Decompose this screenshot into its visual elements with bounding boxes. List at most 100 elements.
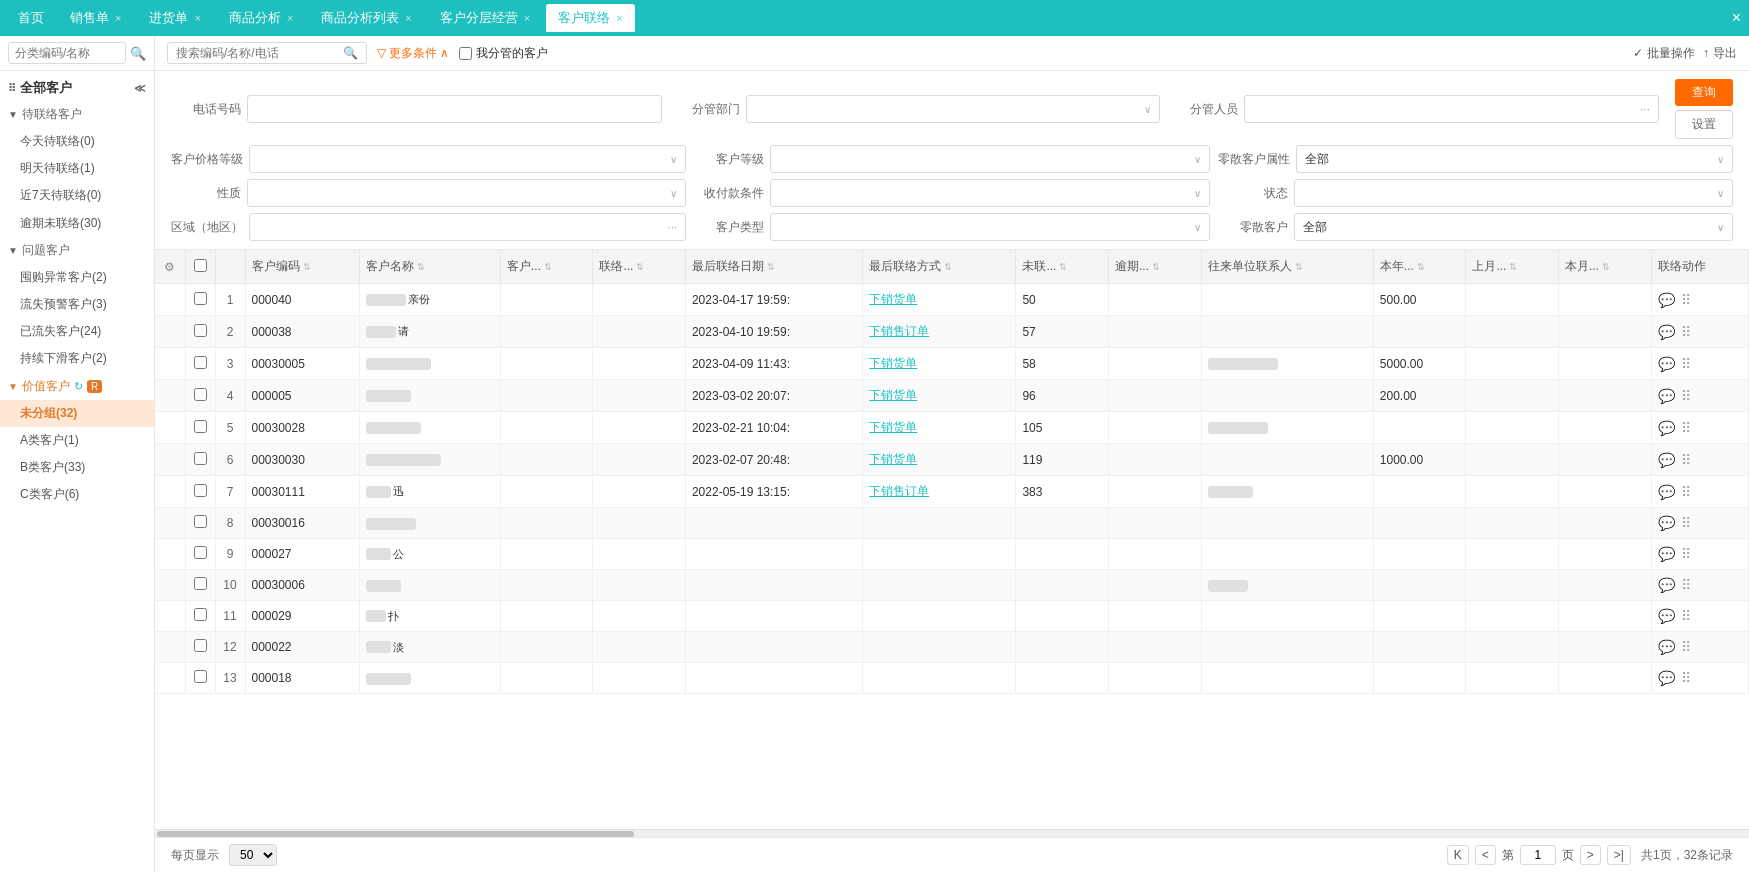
grid-action-icon-2[interactable]: ⠿ [1681, 356, 1691, 372]
page-input[interactable] [1520, 845, 1556, 865]
row-action-3[interactable]: 💬 ⠿ [1651, 380, 1748, 412]
row-action-9[interactable]: 💬 ⠿ [1651, 570, 1748, 601]
sidebar-item-hoarding[interactable]: 囤购异常客户(2) [0, 264, 154, 291]
grid-action-icon-5[interactable]: ⠿ [1681, 452, 1691, 468]
refresh-icon[interactable]: ↻ [74, 380, 83, 393]
select-all-checkbox[interactable] [194, 259, 207, 272]
last-way-link[interactable]: 下销售订单 [869, 484, 929, 498]
prev-page-btn[interactable]: < [1475, 845, 1496, 865]
row-lastway-0[interactable]: 下销货单 [863, 284, 1016, 316]
chat-icon-7[interactable]: 💬 [1658, 515, 1675, 531]
sidebar-item-loss-warn[interactable]: 流失预警客户(3) [0, 291, 154, 318]
chat-icon-12[interactable]: 💬 [1658, 670, 1675, 686]
grid-action-icon-10[interactable]: ⠿ [1681, 608, 1691, 624]
last-way-link[interactable]: 下销货单 [869, 292, 917, 306]
chat-icon-0[interactable]: 💬 [1658, 292, 1675, 308]
grid-action-icon-4[interactable]: ⠿ [1681, 420, 1691, 436]
chat-icon-10[interactable]: 💬 [1658, 608, 1675, 624]
chat-icon-2[interactable]: 💬 [1658, 356, 1675, 372]
notcontact-sort-icon[interactable]: ⇅ [1059, 262, 1067, 272]
thisyear-sort-icon[interactable]: ⇅ [1417, 262, 1425, 272]
grid-action-icon-6[interactable]: ⠿ [1681, 484, 1691, 500]
nav-tab-customer-contact[interactable]: 客户联络 × [546, 4, 634, 32]
sidebar-item-a-class[interactable]: A类客户(1) [0, 427, 154, 454]
nav-tab-purchase[interactable]: 进货单 × [137, 4, 212, 32]
field-status-select[interactable]: ∨ [1294, 179, 1733, 207]
row-checkbox-11[interactable] [194, 639, 207, 652]
row-lastway-5[interactable]: 下销货单 [863, 444, 1016, 476]
row-lastway-8[interactable] [863, 539, 1016, 570]
row-checkbox-9[interactable] [194, 577, 207, 590]
nav-tab-analysis-list[interactable]: 商品分析列表 × [309, 4, 423, 32]
chat-icon-1[interactable]: 💬 [1658, 324, 1675, 340]
row-checkbox-10[interactable] [194, 608, 207, 621]
field-payment-select[interactable]: ∨ [770, 179, 1209, 207]
nav-home[interactable]: 首页 [8, 4, 54, 32]
export-btn[interactable]: ↑ 导出 [1703, 45, 1737, 62]
row-checkbox-4[interactable] [194, 420, 207, 433]
grid-action-icon-7[interactable]: ⠿ [1681, 515, 1691, 531]
row-lastway-6[interactable]: 下销售订单 [863, 476, 1016, 508]
row-checkbox-8[interactable] [194, 546, 207, 559]
my-customers-check[interactable]: 我分管的客户 [459, 45, 548, 62]
field-customer-level-select[interactable]: ∨ [770, 145, 1209, 173]
row-lastway-11[interactable] [863, 632, 1016, 663]
last-way-link[interactable]: 下销货单 [869, 452, 917, 466]
chat-icon-4[interactable]: 💬 [1658, 420, 1675, 436]
row-checkbox-2[interactable] [194, 356, 207, 369]
my-customers-checkbox[interactable] [459, 47, 472, 60]
field-manager-input[interactable]: ··· [1244, 95, 1659, 123]
row-action-5[interactable]: 💬 ⠿ [1651, 444, 1748, 476]
sidebar-group-value[interactable]: ▼ 价值客户 ↻ R [0, 373, 154, 400]
row-checkbox-7[interactable] [194, 515, 207, 528]
th-gear[interactable]: ⚙ [155, 250, 185, 284]
row-lastway-7[interactable] [863, 508, 1016, 539]
row-lastway-1[interactable]: 下销售订单 [863, 316, 1016, 348]
close-icon-customer-tier[interactable]: × [524, 12, 530, 24]
lastmonth-sort-icon[interactable]: ⇅ [1509, 262, 1517, 272]
row-lastway-4[interactable]: 下销货单 [863, 412, 1016, 444]
thismonth-sort-icon[interactable]: ⇅ [1602, 262, 1610, 272]
row-action-8[interactable]: 💬 ⠿ [1651, 539, 1748, 570]
row-checkbox-5[interactable] [194, 452, 207, 465]
row-action-0[interactable]: 💬 ⠿ [1651, 284, 1748, 316]
sidebar-item-c-class[interactable]: C类客户(6) [0, 481, 154, 508]
field-price-level-select[interactable]: ∨ [249, 145, 686, 173]
row-checkbox-1[interactable] [194, 324, 207, 337]
contactperson-sort-icon[interactable]: ⇅ [1295, 262, 1303, 272]
grid-action-icon-3[interactable]: ⠿ [1681, 388, 1691, 404]
close-icon-customer-contact[interactable]: × [616, 12, 622, 24]
sidebar-item-declining[interactable]: 持续下滑客户(2) [0, 345, 154, 372]
nav-tab-sales[interactable]: 销售单 × [58, 4, 133, 32]
field-dept-select[interactable]: ∨ [746, 95, 1161, 123]
last-way-link[interactable]: 下销货单 [869, 420, 917, 434]
field-retail-select[interactable]: 全部 ∨ [1294, 213, 1733, 241]
window-close-button[interactable]: × [1732, 9, 1741, 27]
sidebar-item-ungroup[interactable]: 未分组(32) [0, 400, 154, 427]
lastdate-sort-icon[interactable]: ⇅ [767, 262, 775, 272]
collapse-icon[interactable]: ≪ [134, 82, 146, 95]
row-action-10[interactable]: 💬 ⠿ [1651, 601, 1748, 632]
row-action-2[interactable]: 💬 ⠿ [1651, 348, 1748, 380]
name-sort-icon[interactable]: ⇅ [417, 262, 425, 272]
field-customer-type-select[interactable]: ∨ [770, 213, 1209, 241]
sidebar-item-7days[interactable]: 近7天待联络(0) [0, 182, 154, 209]
lastway-sort-icon[interactable]: ⇅ [944, 262, 952, 272]
field-retail-attr-select[interactable]: 全部 ∨ [1296, 145, 1733, 173]
batch-op-btn[interactable]: ✓ 批量操作 [1633, 45, 1695, 62]
row-checkbox-0[interactable] [194, 292, 207, 305]
query-button[interactable]: 查询 [1675, 79, 1733, 106]
nav-tab-analysis[interactable]: 商品分析 × [217, 4, 305, 32]
chat-icon-6[interactable]: 💬 [1658, 484, 1675, 500]
row-checkbox-3[interactable] [194, 388, 207, 401]
chat-icon-3[interactable]: 💬 [1658, 388, 1675, 404]
chat-icon-11[interactable]: 💬 [1658, 639, 1675, 655]
grid-action-icon-11[interactable]: ⠿ [1681, 639, 1691, 655]
sidebar-group-problem[interactable]: ▼ 问题客户 [0, 237, 154, 264]
sidebar-item-tomorrow[interactable]: 明天待联络(1) [0, 155, 154, 182]
row-checkbox-12[interactable] [194, 670, 207, 683]
chat-icon-8[interactable]: 💬 [1658, 546, 1675, 562]
sidebar-item-today[interactable]: 今天待联络(0) [0, 128, 154, 155]
grid-action-icon-1[interactable]: ⠿ [1681, 324, 1691, 340]
grid-action-icon-9[interactable]: ⠿ [1681, 577, 1691, 593]
